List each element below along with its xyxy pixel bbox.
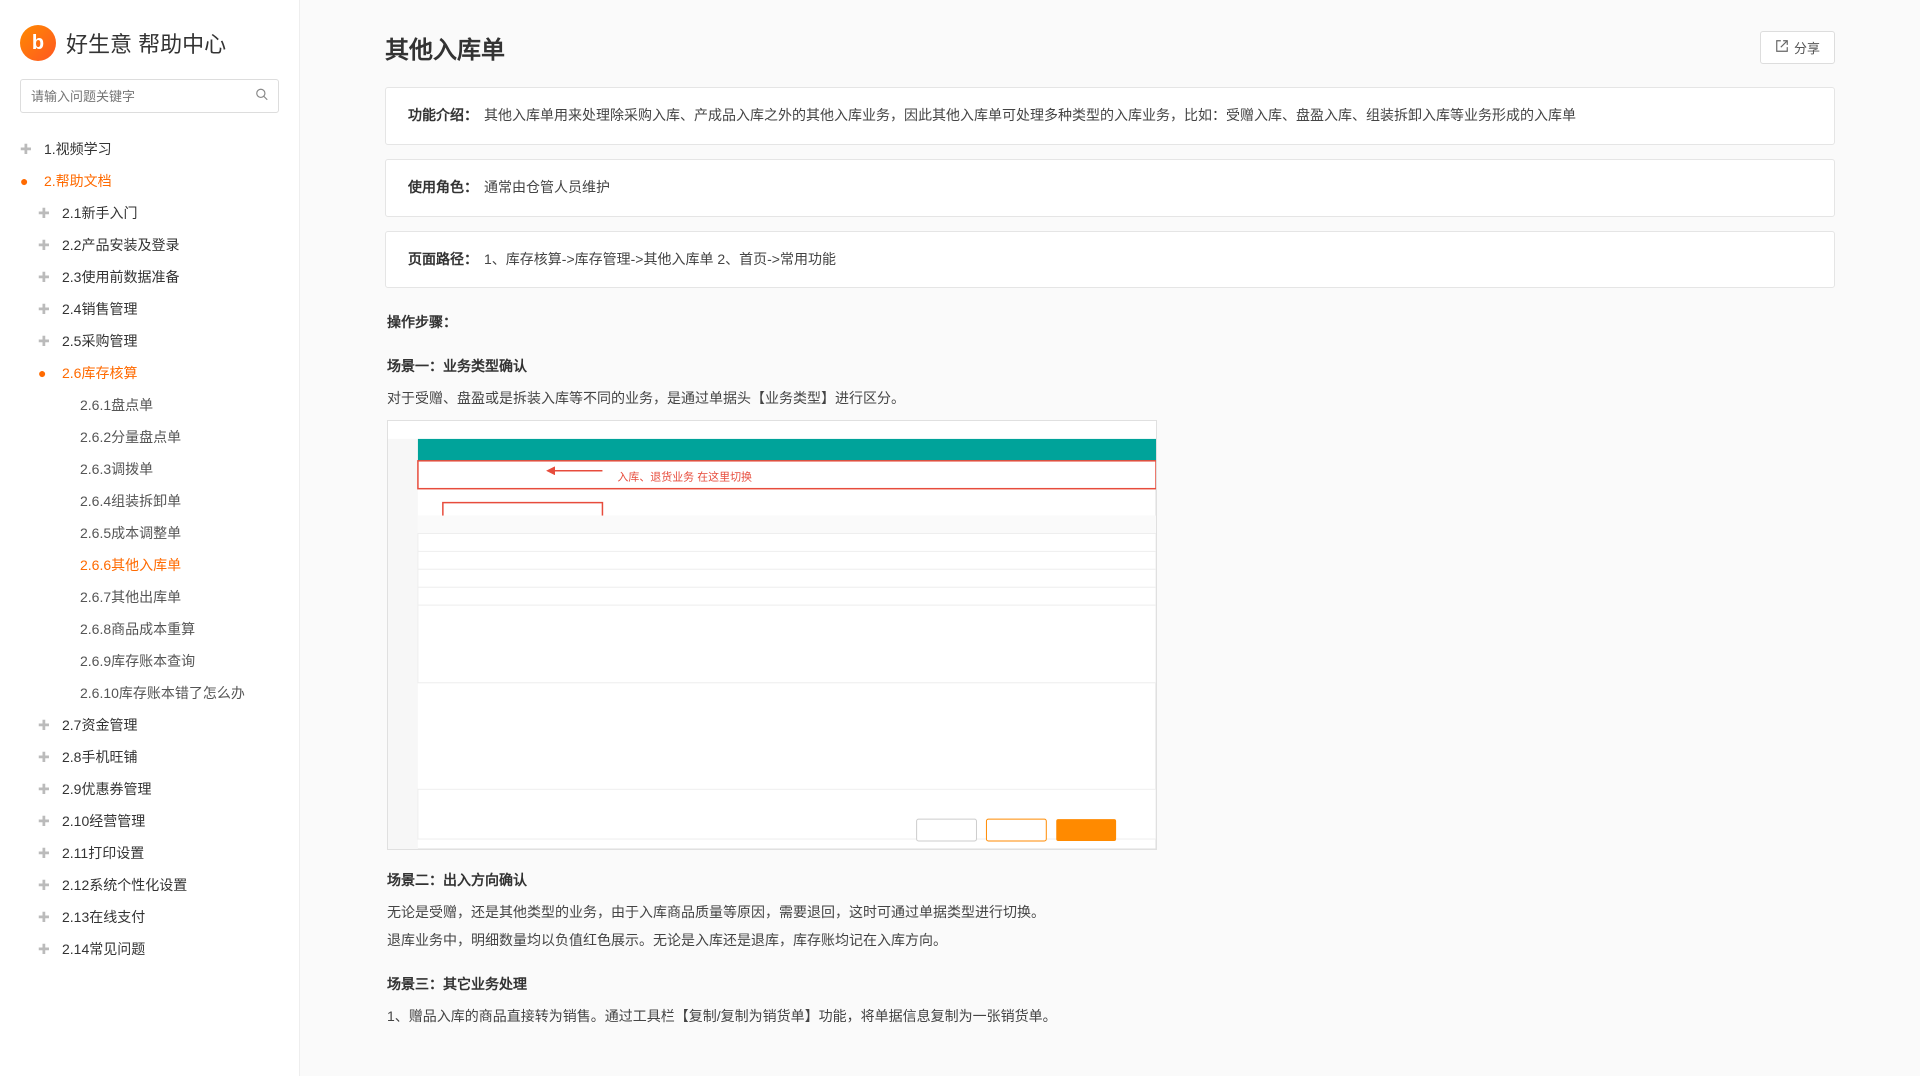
nav-2-2[interactable]: ✚2.2产品安装及登录 — [20, 229, 279, 261]
scene3-title: 场景三：其它业务处理 — [387, 970, 1833, 998]
panel-intro-label: 功能介绍： — [408, 107, 478, 123]
scene1-text: 对于受赠、盘盈或是拆装入库等不同的业务，是通过单据头【业务类型】进行区分。 — [387, 384, 1833, 412]
plus-icon: ✚ — [38, 845, 56, 862]
share-icon — [1775, 39, 1789, 56]
panel-intro-text: 其他入库单用来处理除采购入库、产成品入库之外的其他入库业务，因此其他入库单可处理… — [484, 107, 1576, 123]
nav-2-10[interactable]: ✚2.10经营管理 — [20, 805, 279, 837]
nav-help-docs[interactable]: ●2.帮助文档 — [20, 165, 279, 197]
share-button[interactable]: 分享 — [1760, 31, 1835, 64]
nav-2-12[interactable]: ✚2.12系统个性化设置 — [20, 869, 279, 901]
nav-2-6-10[interactable]: 2.6.10库存账本错了怎么办 — [20, 677, 279, 709]
nav-2-5[interactable]: ✚2.5采购管理 — [20, 325, 279, 357]
minus-icon: ● — [38, 365, 56, 381]
plus-icon: ✚ — [38, 205, 56, 222]
nav-2-6-8[interactable]: 2.6.8商品成本重算 — [20, 613, 279, 645]
nav-2-6[interactable]: ●2.6库存核算 — [20, 357, 279, 389]
scene1-title: 场景一：业务类型确认 — [387, 352, 1833, 380]
nav-2-7[interactable]: ✚2.7资金管理 — [20, 709, 279, 741]
plus-icon: ✚ — [38, 941, 56, 958]
nav-2-14[interactable]: ✚2.14常见问题 — [20, 933, 279, 965]
scene2-text1: 无论是受赠，还是其他类型的业务，由于入库商品质量等原因，需要退回，这时可通过单据… — [387, 898, 1833, 926]
nav-2-4[interactable]: ✚2.4销售管理 — [20, 293, 279, 325]
scene2-title: 场景二：出入方向确认 — [387, 866, 1833, 894]
embedded-screenshot: 入库、退货业务 在这里切换 不同业务的入库类型在这里切换 — [387, 420, 1157, 850]
plus-icon: ✚ — [38, 781, 56, 798]
nav-2-1[interactable]: ✚2.1新手入门 — [20, 197, 279, 229]
panel-role-label: 使用角色： — [408, 179, 478, 195]
nav-2-11[interactable]: ✚2.11打印设置 — [20, 837, 279, 869]
nav-2-6-6[interactable]: 2.6.6其他入库单 — [20, 549, 279, 581]
nav-2-13[interactable]: ✚2.13在线支付 — [20, 901, 279, 933]
nav-2-6-7[interactable]: 2.6.7其他出库单 — [20, 581, 279, 613]
plus-icon: ✚ — [38, 813, 56, 830]
page-title-row: 其他入库单 分享 — [385, 30, 1835, 65]
plus-icon: ✚ — [38, 717, 56, 734]
main-content: 其他入库单 分享 功能介绍： 其他入库单用来处理除采购入库、产成品入库之外的其他入… — [300, 0, 1920, 1076]
plus-icon: ✚ — [38, 269, 56, 286]
nav-2-6-5[interactable]: 2.6.5成本调整单 — [20, 517, 279, 549]
site-title: 好生意 帮助中心 — [66, 27, 226, 59]
panel-role: 使用角色： 通常由仓管人员维护 — [385, 159, 1835, 217]
panel-path-label: 页面路径： — [408, 251, 478, 267]
panel-path: 页面路径： 1、库存核算->库存管理->其他入库单 2、首页->常用功能 — [385, 231, 1835, 289]
nav-2-9[interactable]: ✚2.9优惠券管理 — [20, 773, 279, 805]
panel-role-text: 通常由仓管人员维护 — [484, 179, 610, 195]
nav-video-learning[interactable]: ✚1.视频学习 — [20, 133, 279, 165]
article-body: 操作步骤： 场景一：业务类型确认 对于受赠、盘盈或是拆装入库等不同的业务，是通过… — [385, 302, 1835, 1036]
nav-2-6-1[interactable]: 2.6.1盘点单 — [20, 389, 279, 421]
plus-icon: ✚ — [20, 141, 38, 158]
panel-intro: 功能介绍： 其他入库单用来处理除采购入库、产成品入库之外的其他入库业务，因此其他入… — [385, 87, 1835, 145]
nav-2-6-4[interactable]: 2.6.4组装拆卸单 — [20, 485, 279, 517]
nav-2-6-9[interactable]: 2.6.9库存账本查询 — [20, 645, 279, 677]
plus-icon: ✚ — [38, 301, 56, 318]
screenshot-annotation-1: 入库、退货业务 在这里切换 — [617, 470, 752, 484]
plus-icon: ✚ — [38, 333, 56, 350]
nav-2-6-2[interactable]: 2.6.2分量盘点单 — [20, 421, 279, 453]
scene3-text1: 1、赠品入库的商品直接转为销售。通过工具栏【复制/复制为销货单】功能，将单据信息… — [387, 1002, 1833, 1030]
minus-icon: ● — [20, 173, 38, 189]
logo-row: b 好生意 帮助中心 — [20, 25, 279, 61]
share-label: 分享 — [1794, 38, 1820, 57]
plus-icon: ✚ — [38, 749, 56, 766]
search-input[interactable] — [20, 79, 279, 113]
search-icon[interactable] — [255, 88, 269, 105]
plus-icon: ✚ — [38, 909, 56, 926]
nav-2-8[interactable]: ✚2.8手机旺铺 — [20, 741, 279, 773]
search-wrap — [20, 79, 279, 113]
scene2-text2: 退库业务中，明细数量均以负值红色展示。无论是入库还是退库，库存账均记在入库方向。 — [387, 926, 1833, 954]
page-title: 其他入库单 — [385, 30, 505, 65]
nav-2-6-3[interactable]: 2.6.3调拨单 — [20, 453, 279, 485]
plus-icon: ✚ — [38, 877, 56, 894]
sidebar: b 好生意 帮助中心 ✚1.视频学习 ●2.帮助文档 ✚2.1新手入门 ✚2.2… — [0, 0, 300, 1076]
operation-steps-title: 操作步骤： — [387, 308, 1833, 336]
panel-path-text: 1、库存核算->库存管理->其他入库单 2、首页->常用功能 — [484, 251, 836, 267]
nav-2-3[interactable]: ✚2.3使用前数据准备 — [20, 261, 279, 293]
logo-icon: b — [20, 25, 56, 61]
plus-icon: ✚ — [38, 237, 56, 254]
nav: ✚1.视频学习 ●2.帮助文档 ✚2.1新手入门 ✚2.2产品安装及登录 ✚2.… — [20, 133, 279, 965]
